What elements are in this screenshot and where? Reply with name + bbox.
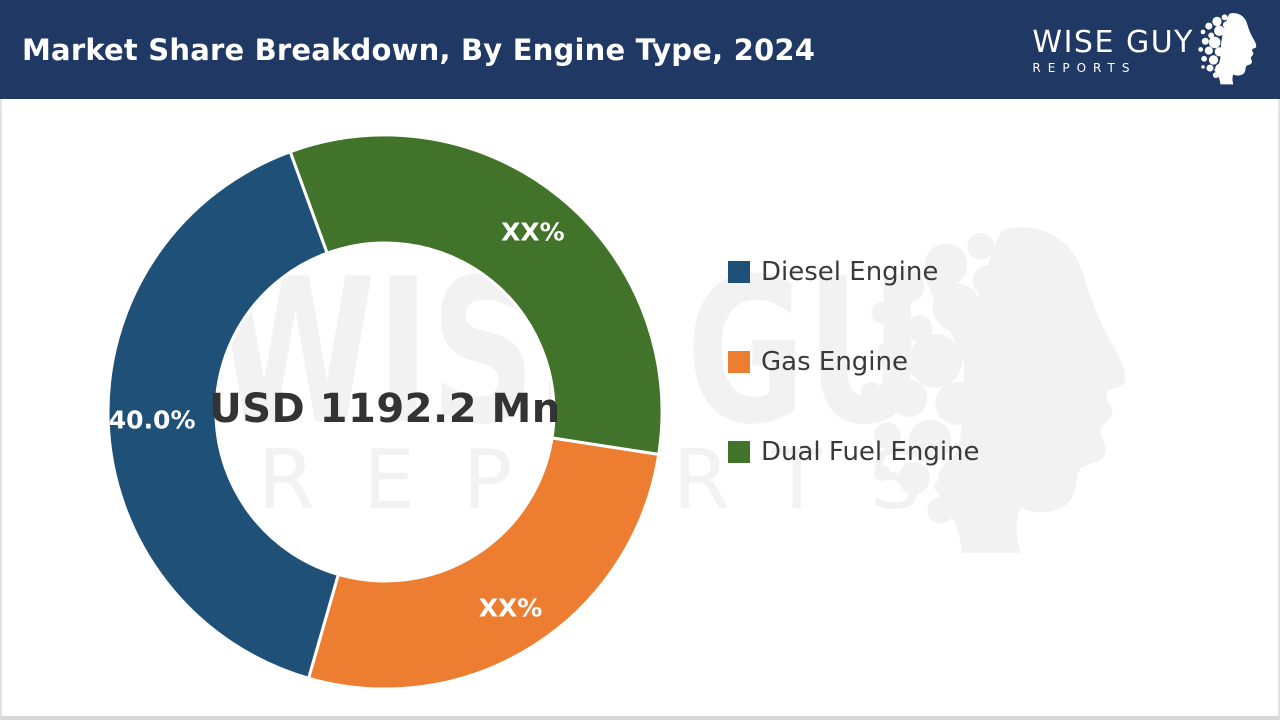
donut-chart (106, 133, 664, 691)
legend-swatch-gas-engine (728, 351, 750, 373)
legend-item-dual-fuel-engine: Dual Fuel Engine (728, 439, 980, 465)
chart-legend: Diesel Engine Gas Engine Dual Fuel Engin… (728, 259, 980, 529)
wiseguy-head-icon (1198, 13, 1257, 85)
wiseguy-logo: WISE GUY REPORTS (1032, 6, 1266, 94)
legend-label-dual-fuel-engine: Dual Fuel Engine (761, 437, 980, 467)
logo-wordmark-line2: REPORTS (1032, 60, 1137, 75)
logo-wordmark: WISE GUY REPORTS (1032, 26, 1194, 75)
slice-gas-engine (307, 436, 661, 691)
page-title: Market Share Breakdown, By Engine Type, … (22, 32, 816, 67)
legend-label-diesel-engine: Diesel Engine (761, 257, 939, 287)
report-page: Market Share Breakdown, By Engine Type, … (0, 0, 1280, 720)
legend-swatch-dual-fuel-engine (728, 441, 750, 463)
header-bar: Market Share Breakdown, By Engine Type, … (0, 0, 1280, 99)
legend-item-diesel-engine: Diesel Engine (728, 259, 980, 285)
chart-center-value: USD 1192.2 Mn (209, 386, 561, 432)
legend-label-gas-engine: Gas Engine (761, 347, 908, 377)
legend-swatch-diesel-engine (728, 261, 750, 283)
left-edge-line (0, 99, 2, 716)
legend-item-gas-engine: Gas Engine (728, 349, 980, 375)
logo-wordmark-line1: WISE GUY (1032, 24, 1194, 60)
bottom-bar (0, 716, 1280, 720)
